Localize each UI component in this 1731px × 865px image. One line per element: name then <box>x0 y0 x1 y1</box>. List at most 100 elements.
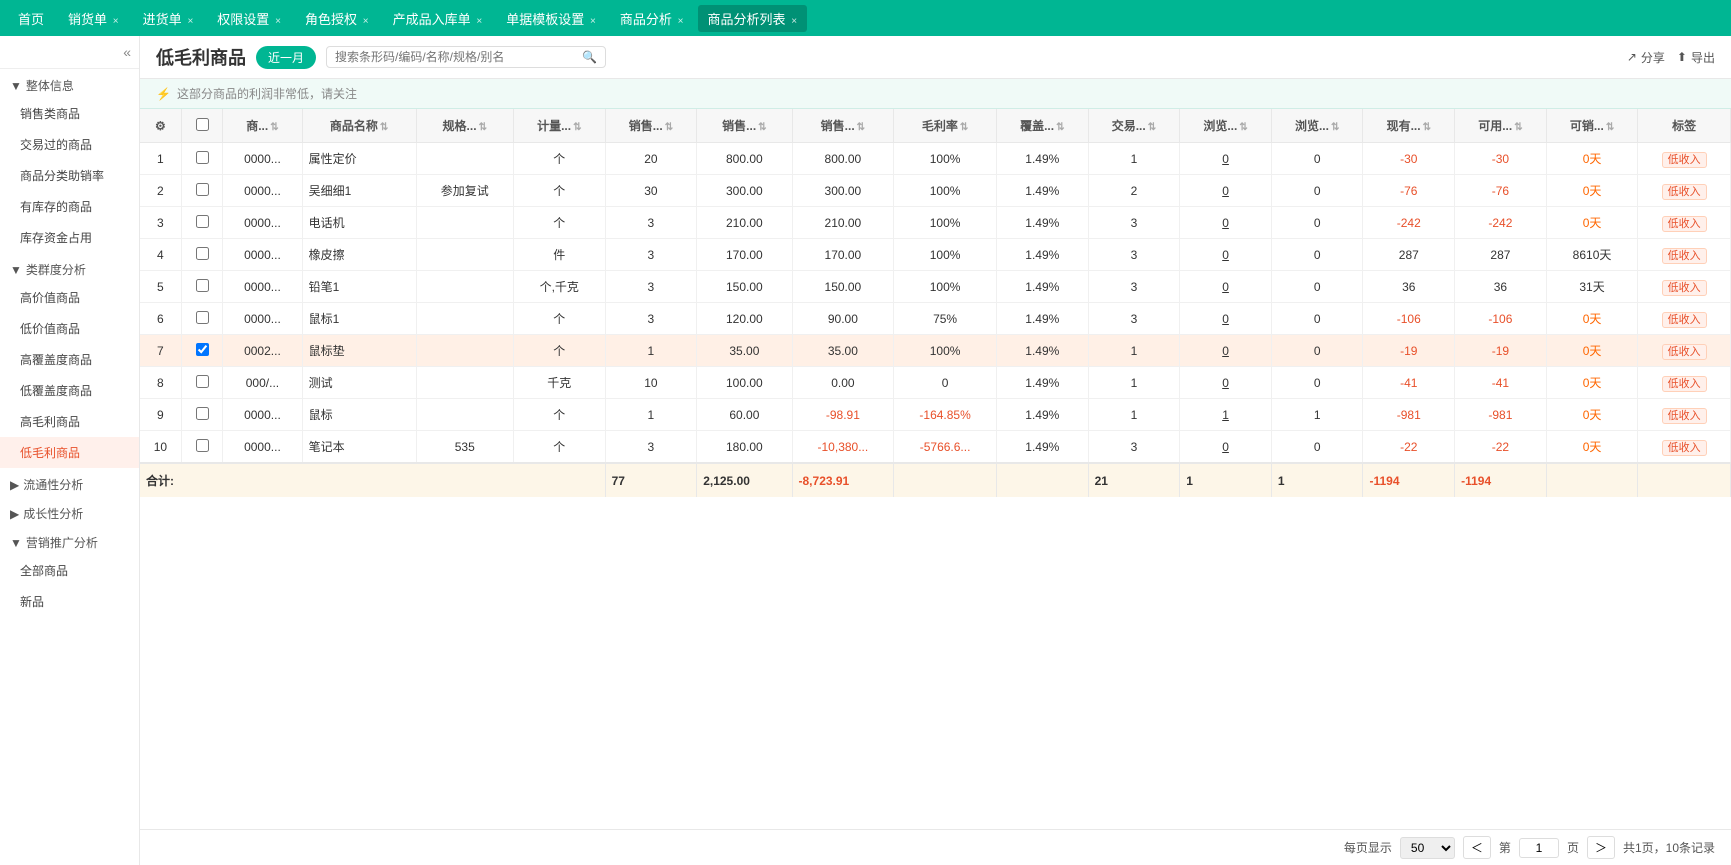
row-tag[interactable]: 低收入 <box>1638 399 1731 431</box>
nav-item-角色授权[interactable]: 角色授权 × <box>295 5 379 32</box>
row-checkbox-input[interactable] <box>196 247 209 260</box>
row-checkbox[interactable] <box>181 399 223 431</box>
sidebar-item-高毛利商品[interactable]: 高毛利商品 <box>0 406 139 437</box>
view-link[interactable]: 0 <box>1222 280 1229 294</box>
sidebar-item-交易过的商品[interactable]: 交易过的商品 <box>0 129 139 160</box>
prev-page-btn[interactable]: ＜ <box>1463 836 1491 859</box>
row-views1[interactable]: 0 <box>1180 367 1272 399</box>
nav-item-进货单[interactable]: 进货单 × <box>133 5 204 32</box>
nav-close-icon[interactable]: × <box>474 16 483 27</box>
sidebar-item-高覆盖度商品[interactable]: 高覆盖度商品 <box>0 344 139 375</box>
view-link[interactable]: 0 <box>1222 248 1229 262</box>
th-views1[interactable]: 浏览...⇅ <box>1180 109 1272 143</box>
row-views1[interactable]: 0 <box>1180 143 1272 175</box>
nav-close-icon[interactable]: × <box>360 16 369 27</box>
nav-item-销货单[interactable]: 销货单 × <box>58 5 129 32</box>
th-salesProfit[interactable]: 销售...⇅ <box>792 109 894 143</box>
row-views1[interactable]: 0 <box>1180 175 1272 207</box>
th-unit[interactable]: 计量...⇅ <box>513 109 605 143</box>
th-name[interactable]: 商品名称⇅ <box>302 109 416 143</box>
row-tag[interactable]: 低收入 <box>1638 303 1731 335</box>
sidebar-group-营销推广分析[interactable]: ▼营销推广分析 <box>0 526 139 555</box>
sidebar-item-低覆盖度商品[interactable]: 低覆盖度商品 <box>0 375 139 406</box>
row-checkbox-input[interactable] <box>196 279 209 292</box>
sidebar-item-低毛利商品[interactable]: 低毛利商品 <box>0 437 139 468</box>
row-checkbox[interactable] <box>181 175 223 207</box>
sidebar-group-类群度分析[interactable]: ▼类群度分析 <box>0 253 139 282</box>
view-link[interactable]: 0 <box>1222 376 1229 390</box>
nav-close-icon[interactable]: × <box>185 16 194 27</box>
row-checkbox-input[interactable] <box>196 311 209 324</box>
row-views1[interactable]: 1 <box>1180 399 1272 431</box>
th-saleableDays[interactable]: 可销...⇅ <box>1546 109 1638 143</box>
search-icon[interactable]: 🔍 <box>582 50 597 64</box>
sidebar-collapse-btn[interactable]: « <box>119 40 135 64</box>
row-checkbox-input[interactable] <box>196 151 209 164</box>
th-coverage[interactable]: 覆盖...⇅ <box>996 109 1088 143</box>
row-tag[interactable]: 低收入 <box>1638 367 1731 399</box>
nav-item-首页[interactable]: 首页 <box>8 5 54 32</box>
sidebar-item-高价值商品[interactable]: 高价值商品 <box>0 282 139 313</box>
view-link[interactable]: 0 <box>1222 312 1229 326</box>
sidebar-item-低价值商品[interactable]: 低价值商品 <box>0 313 139 344</box>
page-size-select[interactable]: 50 100 200 <box>1400 837 1455 859</box>
row-tag[interactable]: 低收入 <box>1638 143 1731 175</box>
view-link[interactable]: 0 <box>1222 216 1229 230</box>
th-salesQty[interactable]: 销售...⇅ <box>605 109 697 143</box>
sidebar-item-有库存的商品[interactable]: 有库存的商品 <box>0 191 139 222</box>
nav-close-icon[interactable]: × <box>789 16 798 27</box>
page-number-input[interactable] <box>1519 838 1559 858</box>
row-checkbox[interactable] <box>181 303 223 335</box>
th-transactions[interactable]: 交易...⇅ <box>1088 109 1180 143</box>
export-btn[interactable]: ⬆ 导出 <box>1677 49 1715 66</box>
row-checkbox[interactable] <box>181 207 223 239</box>
th-code[interactable]: 商...⇅ <box>223 109 302 143</box>
th-availableStock[interactable]: 可用...⇅ <box>1455 109 1547 143</box>
next-page-btn[interactable]: ＞ <box>1587 836 1615 859</box>
filter-month-btn[interactable]: 近一月 <box>256 46 316 69</box>
sidebar-group-整体信息[interactable]: ▼整体信息 <box>0 69 139 98</box>
nav-close-icon[interactable]: × <box>675 16 684 27</box>
settings-icon[interactable]: ⚙ <box>155 119 166 133</box>
row-views1[interactable]: 0 <box>1180 431 1272 464</box>
row-checkbox[interactable] <box>181 431 223 464</box>
nav-item-商品分析列表[interactable]: 商品分析列表 × <box>698 5 808 32</box>
select-all-checkbox[interactable] <box>196 118 209 131</box>
th-currentStock[interactable]: 现有...⇅ <box>1363 109 1455 143</box>
row-views1[interactable]: 0 <box>1180 207 1272 239</box>
row-checkbox-input[interactable] <box>196 375 209 388</box>
nav-item-权限设置[interactable]: 权限设置 × <box>207 5 291 32</box>
sidebar-item-库存资金占用[interactable]: 库存资金占用 <box>0 222 139 253</box>
view-link[interactable]: 0 <box>1222 440 1229 454</box>
row-views1[interactable]: 0 <box>1180 271 1272 303</box>
row-checkbox[interactable] <box>181 271 223 303</box>
view-link[interactable]: 0 <box>1222 184 1229 198</box>
row-tag[interactable]: 低收入 <box>1638 271 1731 303</box>
row-checkbox[interactable] <box>181 239 223 271</box>
row-views1[interactable]: 0 <box>1180 303 1272 335</box>
nav-item-单据模板设置[interactable]: 单据模板设置 × <box>496 5 606 32</box>
row-checkbox-input[interactable] <box>196 343 209 356</box>
row-checkbox[interactable] <box>181 335 223 367</box>
th-views2[interactable]: 浏览...⇅ <box>1271 109 1363 143</box>
sidebar-item-商品分类助销率[interactable]: 商品分类助销率 <box>0 160 139 191</box>
th-grossMargin[interactable]: 毛利率⇅ <box>894 109 997 143</box>
view-link[interactable]: 0 <box>1222 344 1229 358</box>
sidebar-group-成长性分析[interactable]: ▶成长性分析 <box>0 497 139 526</box>
row-checkbox[interactable] <box>181 367 223 399</box>
row-checkbox-input[interactable] <box>196 215 209 228</box>
row-tag[interactable]: 低收入 <box>1638 207 1731 239</box>
row-views1[interactable]: 0 <box>1180 239 1272 271</box>
row-checkbox-input[interactable] <box>196 183 209 196</box>
row-checkbox-input[interactable] <box>196 439 209 452</box>
row-checkbox-input[interactable] <box>196 407 209 420</box>
th-spec[interactable]: 规格...⇅ <box>416 109 513 143</box>
nav-close-icon[interactable]: × <box>272 16 281 27</box>
search-input[interactable] <box>335 50 578 64</box>
row-checkbox[interactable] <box>181 143 223 175</box>
nav-item-产成品入库单[interactable]: 产成品入库单 × <box>383 5 493 32</box>
nav-close-icon[interactable]: × <box>110 16 119 27</box>
sidebar-group-流通性分析[interactable]: ▶流通性分析 <box>0 468 139 497</box>
view-link[interactable]: 0 <box>1222 152 1229 166</box>
row-tag[interactable]: 低收入 <box>1638 175 1731 207</box>
